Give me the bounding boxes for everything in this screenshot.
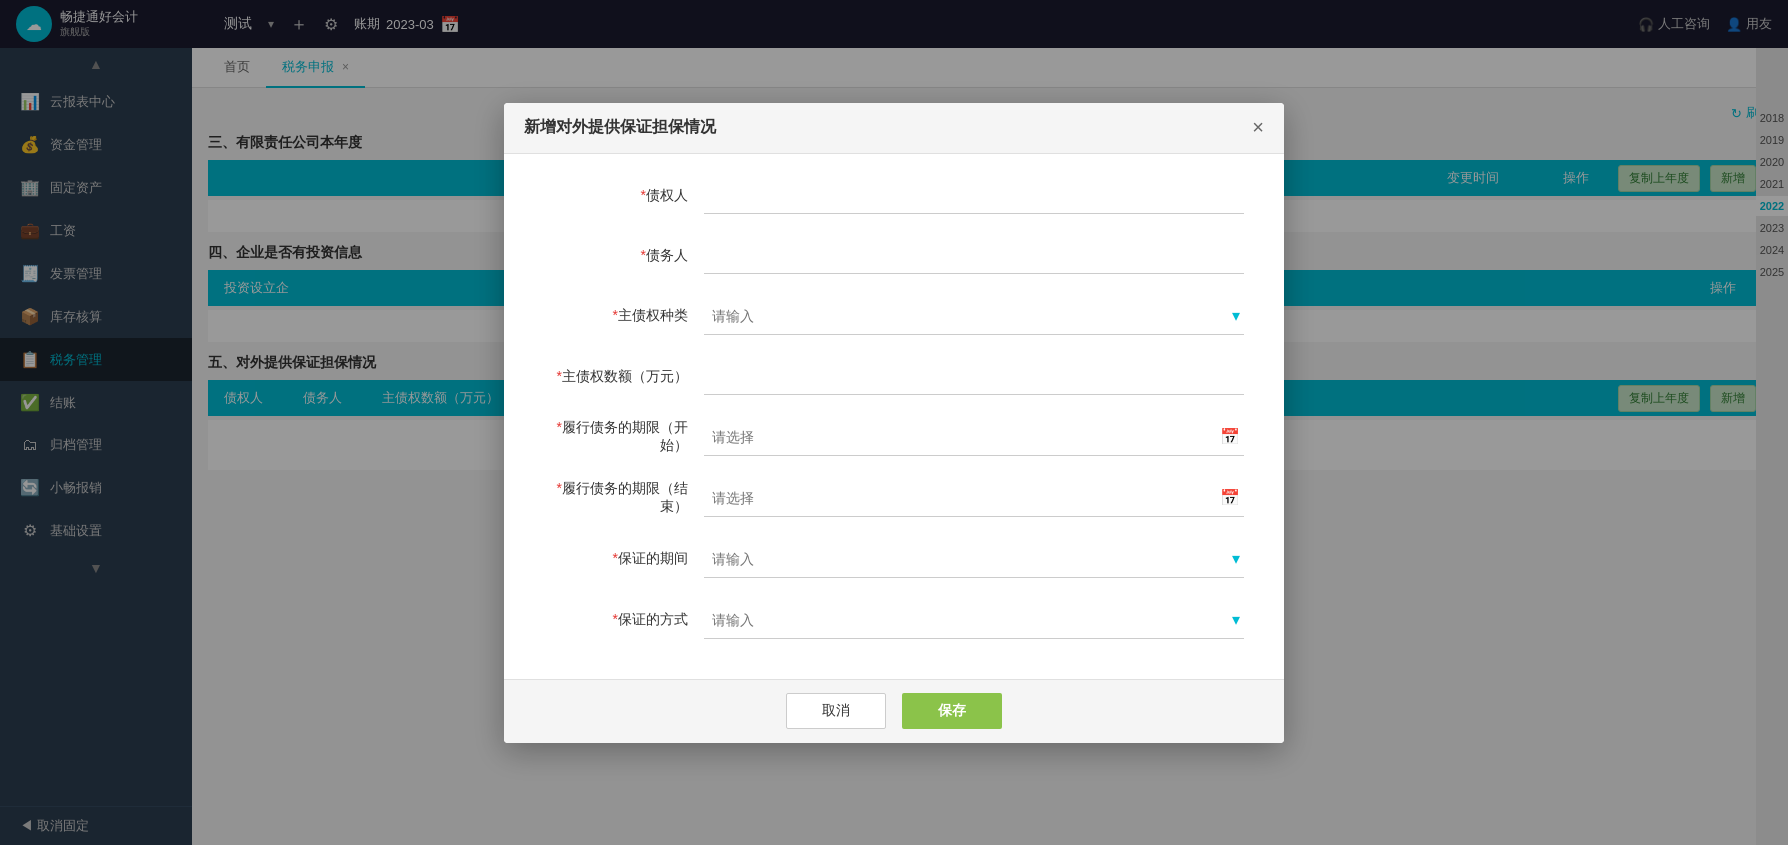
modal-body: *债权人 *债务人 *主债权种类 ▾ — [504, 154, 1284, 680]
baozhengqijian-label: *保证的期间 — [544, 550, 704, 568]
zhaiwuren-label: *债务人 — [544, 247, 704, 265]
date-end-icon[interactable]: 📅 — [1220, 488, 1244, 507]
field-baozhengqijian: *保证的期间 ▾ — [544, 541, 1244, 578]
baozhengfangshi-input[interactable] — [704, 602, 1232, 638]
lvxingqixian-end-input[interactable] — [704, 480, 1220, 516]
zhaiquanren-input[interactable] — [704, 178, 1244, 214]
zhuzhaiquanshu-label: *主债权数额（万元） — [544, 368, 704, 386]
field-zhaiquanren: *债权人 — [544, 178, 1244, 214]
field-zhuzhaiquanzhonglei: *主债权种类 ▾ — [544, 298, 1244, 335]
modal-header: 新增对外提供保证担保情况 × — [504, 103, 1284, 154]
lvxingqixian-end-wrapper: 📅 — [704, 480, 1244, 517]
zhuzhaiquanzhonglei-dropdown-icon[interactable]: ▾ — [1232, 306, 1244, 325]
modal-dialog: 新增对外提供保证担保情况 × *债权人 *债务人 * — [504, 103, 1284, 743]
zhaiquanren-label: *债权人 — [544, 187, 704, 205]
modal-overlay: 新增对外提供保证担保情况 × *债权人 *债务人 * — [0, 0, 1788, 845]
baozhengqijian-wrapper: ▾ — [704, 541, 1244, 578]
baozhengfangshi-wrapper: ▾ — [704, 602, 1244, 639]
zhuzhaiquanzhonglei-label: *主债权种类 — [544, 307, 704, 325]
date-start-icon[interactable]: 📅 — [1220, 427, 1244, 446]
field-zhuzhaiquanshu: *主债权数额（万元） — [544, 359, 1244, 395]
modal-title: 新增对外提供保证担保情况 — [524, 117, 1252, 138]
save-button[interactable]: 保存 — [902, 693, 1002, 729]
baozhengfangshi-dropdown-icon[interactable]: ▾ — [1232, 610, 1244, 629]
zhuzhaiquanzhonglei-wrapper: ▾ — [704, 298, 1244, 335]
field-lvxingqixian-start: *履行债务的期限（开始） 📅 — [544, 419, 1244, 456]
lvxingqixian-start-input[interactable] — [704, 419, 1220, 455]
lvxingqixian-start-wrapper: 📅 — [704, 419, 1244, 456]
field-lvxingqixian-end: *履行债务的期限（结束） 📅 — [544, 480, 1244, 517]
zhuzhaiquanshu-input[interactable] — [704, 359, 1244, 395]
zhuzhaiquanzhonglei-input[interactable] — [704, 298, 1232, 334]
zhaiwuren-input[interactable] — [704, 238, 1244, 274]
modal-close-button[interactable]: × — [1252, 116, 1264, 139]
field-zhaiwuren: *债务人 — [544, 238, 1244, 274]
baozhengqijian-dropdown-icon[interactable]: ▾ — [1232, 549, 1244, 568]
cancel-button[interactable]: 取消 — [786, 693, 886, 729]
lvxingqixian-start-label: *履行债务的期限（开始） — [544, 419, 704, 455]
baozhengqijian-input[interactable] — [704, 541, 1232, 577]
modal-footer: 取消 保存 — [504, 679, 1284, 742]
lvxingqixian-end-label: *履行债务的期限（结束） — [544, 480, 704, 516]
baozhengfangshi-label: *保证的方式 — [544, 611, 704, 629]
field-baozhengfangshi: *保证的方式 ▾ — [544, 602, 1244, 639]
